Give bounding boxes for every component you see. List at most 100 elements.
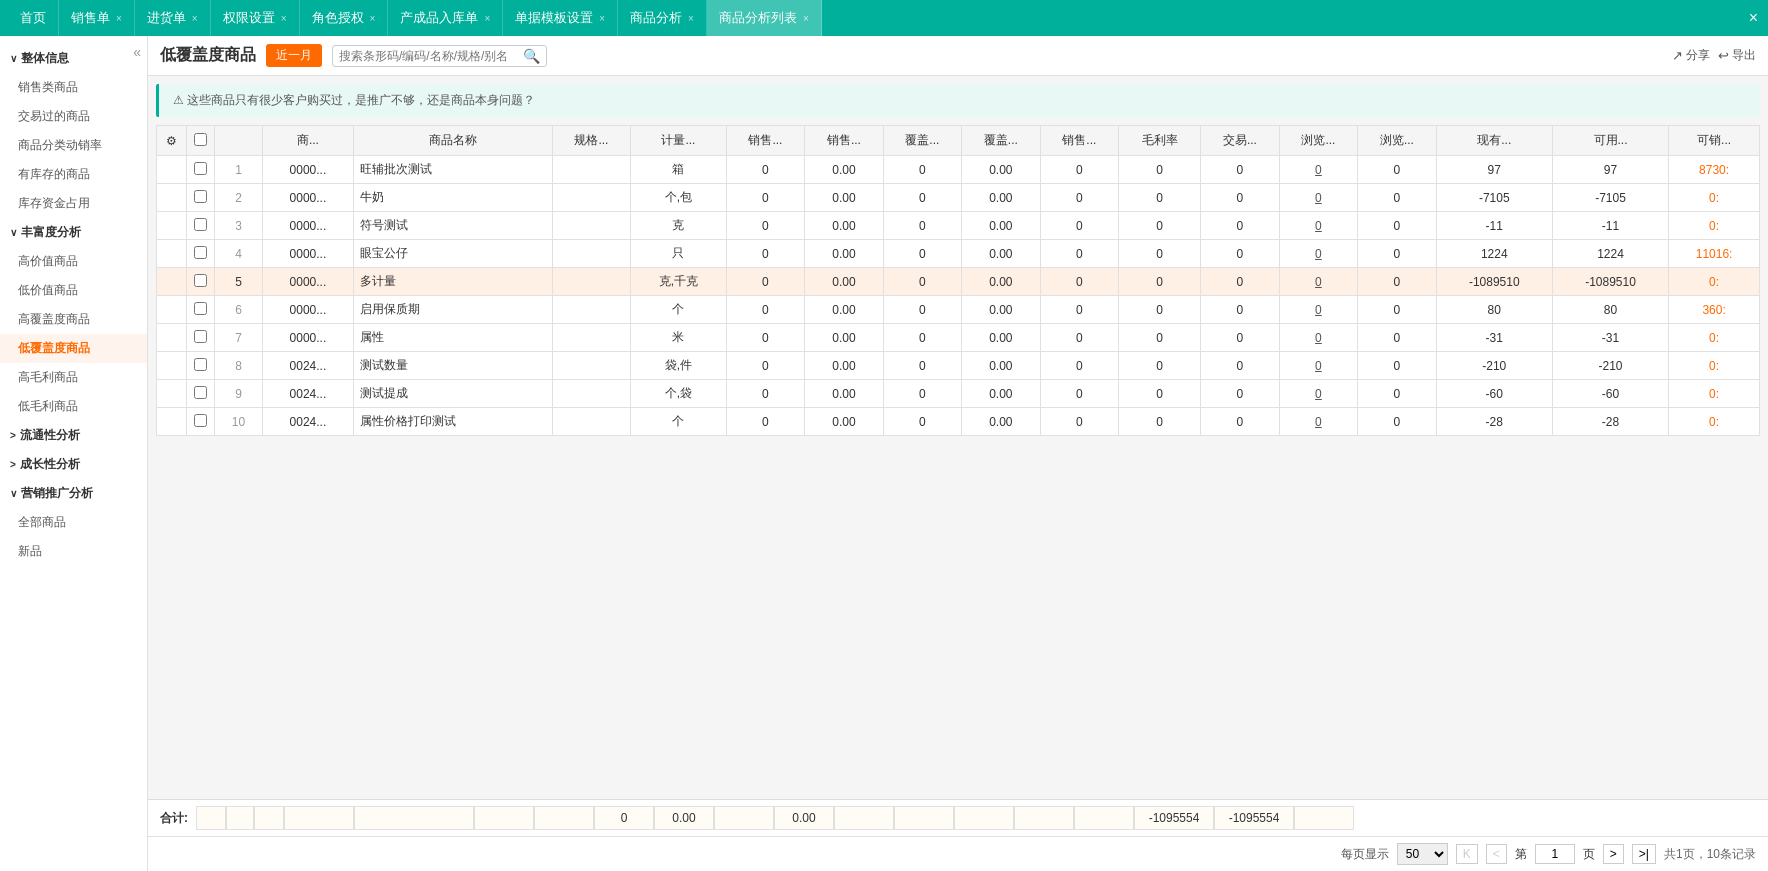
nav-tab-analysis[interactable]: 商品分析 × xyxy=(618,0,707,36)
close-all-tabs-icon[interactable]: × xyxy=(1749,9,1758,27)
col-coverage2[interactable]: 覆盖... xyxy=(962,126,1040,156)
row-browse1[interactable]: 0 xyxy=(1279,324,1357,352)
row-select-checkbox[interactable] xyxy=(194,162,207,175)
col-trade[interactable]: 交易... xyxy=(1201,126,1279,156)
nav-tab-products[interactable]: 产成品入库单 × xyxy=(388,0,503,36)
row-select-checkbox[interactable] xyxy=(194,302,207,315)
col-sellable[interactable]: 可销... xyxy=(1669,126,1760,156)
col-available[interactable]: 可用... xyxy=(1552,126,1668,156)
row-select-checkbox[interactable] xyxy=(194,190,207,203)
row-name[interactable]: 测试数量 xyxy=(353,352,552,380)
row-checkbox[interactable] xyxy=(187,408,215,436)
col-settings[interactable]: ⚙ xyxy=(157,126,187,156)
sidebar-item-high-coverage[interactable]: 高覆盖度商品 xyxy=(0,305,147,334)
col-sales-amount[interactable]: 销售... xyxy=(805,126,883,156)
col-coverage1[interactable]: 覆盖... xyxy=(883,126,961,156)
row-name[interactable]: 启用保质期 xyxy=(353,296,552,324)
row-select-checkbox[interactable] xyxy=(194,358,207,371)
sidebar-group-marketing[interactable]: ∨ 营销推广分析 xyxy=(0,479,147,508)
sidebar-item-new-products[interactable]: 新品 xyxy=(0,537,147,566)
sidebar-item-high-profit[interactable]: 高毛利商品 xyxy=(0,363,147,392)
row-checkbox[interactable] xyxy=(187,380,215,408)
sidebar-group-flow[interactable]: > 流通性分析 xyxy=(0,421,147,450)
col-sales-qty[interactable]: 销售... xyxy=(726,126,804,156)
row-checkbox[interactable] xyxy=(187,240,215,268)
row-select-checkbox[interactable] xyxy=(194,330,207,343)
row-checkbox[interactable] xyxy=(187,296,215,324)
nav-tab-sales[interactable]: 销售单 × xyxy=(59,0,135,36)
row-name[interactable]: 牛奶 xyxy=(353,184,552,212)
last-page-button[interactable]: >| xyxy=(1632,844,1656,864)
col-name[interactable]: 商品名称 xyxy=(353,126,552,156)
row-select-checkbox[interactable] xyxy=(194,218,207,231)
share-button[interactable]: ↗ 分享 xyxy=(1672,47,1710,64)
sidebar-collapse-icon[interactable]: « xyxy=(133,44,141,60)
sidebar-group-overall[interactable]: ∨ 整体信息 xyxy=(0,44,147,73)
nav-tab-home[interactable]: 首页 xyxy=(8,0,59,36)
nav-tab-roles[interactable]: 角色授权 × xyxy=(300,0,389,36)
sidebar-item-all-products[interactable]: 全部商品 xyxy=(0,508,147,537)
sidebar-group-growth[interactable]: > 成长性分析 xyxy=(0,450,147,479)
row-checkbox[interactable] xyxy=(187,268,215,296)
col-code[interactable]: 商... xyxy=(263,126,354,156)
row-name[interactable]: 旺辅批次测试 xyxy=(353,156,552,184)
row-name[interactable]: 属性 xyxy=(353,324,552,352)
close-sales-icon[interactable]: × xyxy=(116,13,122,24)
nav-tab-purchase[interactable]: 进货单 × xyxy=(135,0,211,36)
close-permissions-icon[interactable]: × xyxy=(281,13,287,24)
row-browse1[interactable]: 0 xyxy=(1279,240,1357,268)
row-name[interactable]: 多计量 xyxy=(353,268,552,296)
row-checkbox[interactable] xyxy=(187,184,215,212)
prev-page-button[interactable]: < xyxy=(1486,844,1507,864)
nav-tab-templates[interactable]: 单据模板设置 × xyxy=(503,0,618,36)
first-page-button[interactable]: K xyxy=(1456,844,1478,864)
row-checkbox[interactable] xyxy=(187,324,215,352)
row-name[interactable]: 眼宝公仔 xyxy=(353,240,552,268)
close-roles-icon[interactable]: × xyxy=(370,13,376,24)
close-templates-icon[interactable]: × xyxy=(599,13,605,24)
row-checkbox[interactable] xyxy=(187,212,215,240)
next-page-button[interactable]: > xyxy=(1603,844,1624,864)
row-browse1[interactable]: 0 xyxy=(1279,212,1357,240)
nav-tab-analysis-list[interactable]: 商品分析列表 × xyxy=(707,0,822,36)
sidebar-item-high-value[interactable]: 高价值商品 xyxy=(0,247,147,276)
col-browse1[interactable]: 浏览... xyxy=(1279,126,1357,156)
row-browse1[interactable]: 0 xyxy=(1279,352,1357,380)
col-unit[interactable]: 计量... xyxy=(631,126,727,156)
col-current[interactable]: 现有... xyxy=(1436,126,1552,156)
page-input[interactable] xyxy=(1535,844,1575,864)
row-browse1[interactable]: 0 xyxy=(1279,268,1357,296)
export-button[interactable]: ↩ 导出 xyxy=(1718,47,1756,64)
row-browse1[interactable]: 0 xyxy=(1279,408,1357,436)
sidebar-item-low-coverage[interactable]: 低覆盖度商品 xyxy=(0,334,147,363)
row-browse1[interactable]: 0 xyxy=(1279,296,1357,324)
row-select-checkbox[interactable] xyxy=(194,386,207,399)
sidebar-group-richness[interactable]: ∨ 丰富度分析 xyxy=(0,218,147,247)
sidebar-item-low-value[interactable]: 低价值商品 xyxy=(0,276,147,305)
table-wrapper[interactable]: ⚙ 商... 商品名称 规格... 计量... 销售... 销售... 覆盖..… xyxy=(156,125,1760,799)
sidebar-item-traded-products[interactable]: 交易过的商品 xyxy=(0,102,147,131)
col-spec[interactable]: 规格... xyxy=(552,126,630,156)
close-purchase-icon[interactable]: × xyxy=(192,13,198,24)
close-analysis-list-icon[interactable]: × xyxy=(803,13,809,24)
col-sales2[interactable]: 销售... xyxy=(1040,126,1118,156)
row-select-checkbox[interactable] xyxy=(194,246,207,259)
row-name[interactable]: 符号测试 xyxy=(353,212,552,240)
close-products-icon[interactable]: × xyxy=(484,13,490,24)
row-browse1[interactable]: 0 xyxy=(1279,184,1357,212)
row-name[interactable]: 属性价格打印测试 xyxy=(353,408,552,436)
sidebar-item-sales-products[interactable]: 销售类商品 xyxy=(0,73,147,102)
row-select-checkbox[interactable] xyxy=(194,274,207,287)
sidebar-item-inventory-products[interactable]: 有库存的商品 xyxy=(0,160,147,189)
select-all-checkbox[interactable] xyxy=(194,133,207,146)
page-size-select[interactable]: 50 20 100 xyxy=(1397,843,1448,865)
sidebar-item-low-profit[interactable]: 低毛利商品 xyxy=(0,392,147,421)
sidebar-item-activity-rate[interactable]: 商品分类动销率 xyxy=(0,131,147,160)
row-checkbox[interactable] xyxy=(187,352,215,380)
sidebar-item-fund-occupation[interactable]: 库存资金占用 xyxy=(0,189,147,218)
close-analysis-icon[interactable]: × xyxy=(688,13,694,24)
row-name[interactable]: 测试提成 xyxy=(353,380,552,408)
col-browse2[interactable]: 浏览... xyxy=(1358,126,1436,156)
nav-tab-permissions[interactable]: 权限设置 × xyxy=(211,0,300,36)
search-input[interactable] xyxy=(339,49,519,63)
